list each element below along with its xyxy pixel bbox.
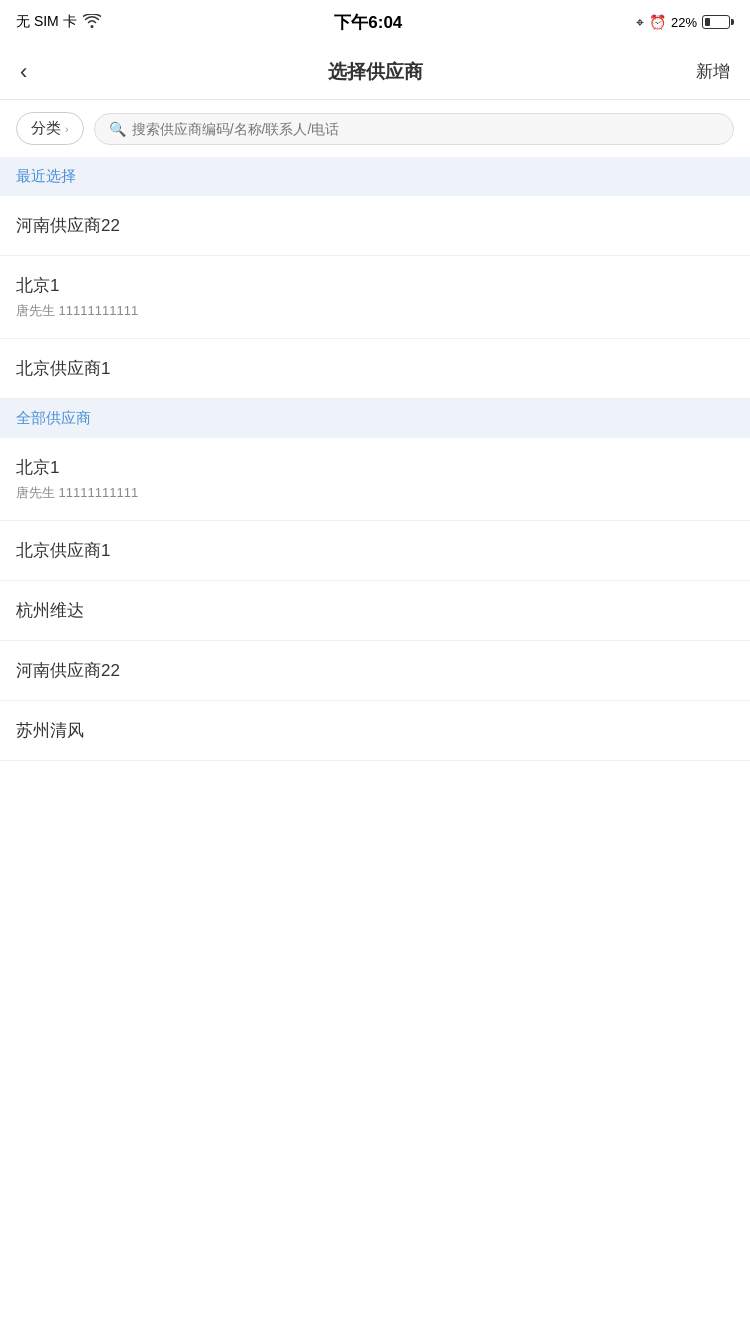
item-name: 河南供应商22 xyxy=(16,659,734,682)
location-icon: ⌖ xyxy=(636,14,644,31)
list-item[interactable]: 河南供应商22 xyxy=(0,641,750,701)
status-time: 下午6:04 xyxy=(334,11,402,34)
status-right: ⌖ ⏰ 22% xyxy=(636,14,734,31)
recent-section-header: 最近选择 xyxy=(0,157,750,196)
alarm-icon: ⏰ xyxy=(649,14,666,30)
filter-bar: 分类 › 🔍 xyxy=(0,100,750,157)
wifi-icon xyxy=(83,14,101,31)
list-item[interactable]: 北京供应商1 xyxy=(0,521,750,581)
back-button[interactable]: ‹ xyxy=(12,51,35,93)
list-item[interactable]: 苏州清风 xyxy=(0,701,750,761)
list-item[interactable]: 杭州维达 xyxy=(0,581,750,641)
all-list: 北京1 唐先生 11111111111 北京供应商1 杭州维达河南供应商22 苏州清风 xyxy=(0,438,750,761)
item-name: 河南供应商22 xyxy=(16,214,734,237)
page-title: 选择供应商 xyxy=(328,59,423,85)
battery-label: 22% xyxy=(671,15,697,30)
battery-icon xyxy=(702,15,734,29)
chevron-right-icon: › xyxy=(65,123,69,135)
item-sub: 唐先生 11111111111 xyxy=(16,302,734,320)
list-item[interactable]: 北京1 唐先生 11111111111 xyxy=(0,256,750,339)
list-item[interactable]: 北京1 唐先生 11111111111 xyxy=(0,438,750,521)
status-bar: 无 SIM 卡 下午6:04 ⌖ ⏰ 22% xyxy=(0,0,750,44)
item-name: 苏州清风 xyxy=(16,719,734,742)
add-button[interactable]: 新增 xyxy=(696,60,730,83)
item-name: 杭州维达 xyxy=(16,599,734,622)
status-left: 无 SIM 卡 xyxy=(16,13,101,31)
search-icon: 🔍 xyxy=(109,121,126,137)
carrier-label: 无 SIM 卡 xyxy=(16,13,77,31)
all-section-header: 全部供应商 xyxy=(0,399,750,438)
nav-bar: ‹ 选择供应商 新增 xyxy=(0,44,750,100)
item-name: 北京供应商1 xyxy=(16,539,734,562)
search-input[interactable] xyxy=(132,121,719,137)
item-name: 北京1 xyxy=(16,274,734,297)
item-name: 北京供应商1 xyxy=(16,357,734,380)
list-item[interactable]: 北京供应商1 xyxy=(0,339,750,399)
category-button[interactable]: 分类 › xyxy=(16,112,84,145)
list-item[interactable]: 河南供应商22 xyxy=(0,196,750,256)
recent-list: 河南供应商22 北京1 唐先生 11111111111 北京供应商1 xyxy=(0,196,750,399)
item-name: 北京1 xyxy=(16,456,734,479)
search-box: 🔍 xyxy=(94,113,734,145)
category-label: 分类 xyxy=(31,119,61,138)
item-sub: 唐先生 11111111111 xyxy=(16,484,734,502)
